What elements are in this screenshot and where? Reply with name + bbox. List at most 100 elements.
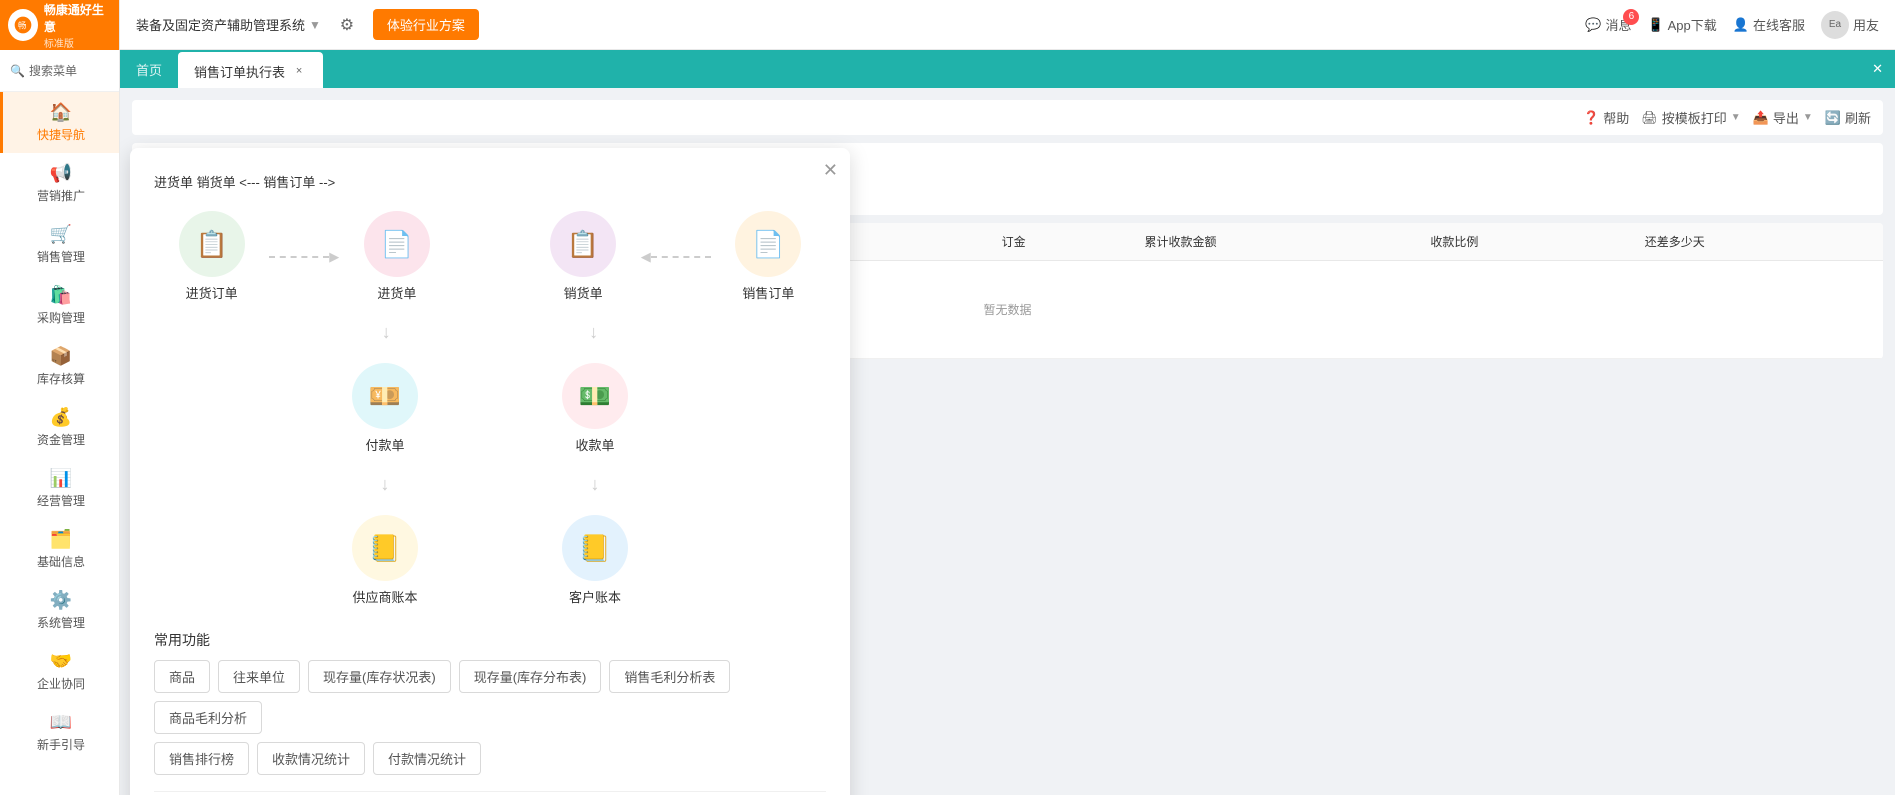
sales-bill-icon: 📋	[567, 229, 599, 260]
enterprise-icon: 🤝	[50, 651, 72, 672]
tab-home-label: 首页	[136, 60, 162, 79]
message-action[interactable]: 💬 消息 6	[1585, 15, 1631, 34]
func-btn-goods-margin[interactable]: 商品毛利分析	[154, 701, 262, 734]
user-name: 用友	[1853, 15, 1879, 34]
modal-scrollbar: ◀ ▶	[154, 791, 826, 795]
sidebar-item-quick-nav[interactable]: 🏠 快捷导航	[0, 92, 119, 153]
arrow-down-icon-2: ↓	[589, 322, 598, 342]
close-main-button[interactable]: ✕	[1860, 61, 1895, 77]
sidebar-item-system[interactable]: ⚙️ 系统管理	[0, 580, 119, 641]
payment-circle[interactable]: 💴	[352, 363, 418, 429]
sidebar-item-guide[interactable]: 📖 新手引导	[0, 702, 119, 763]
receipt-icon: 💵	[579, 381, 611, 412]
inventory-icon: 📦	[50, 346, 72, 367]
tab-home[interactable]: 首页	[120, 50, 178, 88]
func-btn-receipt-stats[interactable]: 收款情况统计	[257, 742, 365, 775]
experience-btn[interactable]: 体验行业方案	[373, 9, 479, 40]
search-icon: 🔍	[10, 64, 25, 78]
func-btn-sales-margin[interactable]: 销售毛利分析表	[609, 660, 730, 693]
guide-icon: 📖	[50, 712, 72, 733]
supplier-account-circle[interactable]: 📒	[352, 515, 418, 581]
content-area: ❓ 帮助 🖨 按模板打印 ▼ 📤 导出 ▼ 🔄 刷新	[120, 88, 1895, 795]
sales-order-icon: 📄	[752, 229, 784, 260]
modal-close-button[interactable]: ✕	[823, 160, 838, 181]
flow-item-purchase-bill: 📄 进货单	[339, 211, 454, 302]
main-area: 装备及固定资产辅助管理系统 ▼ ⚙ 体验行业方案 💬 消息 6 📱 App下载 …	[120, 0, 1895, 795]
sidebar-item-operations[interactable]: 📊 经营管理	[0, 458, 119, 519]
func-btn-stock-status[interactable]: 现存量(库存状况表)	[308, 660, 451, 693]
func-btn-payment-stats[interactable]: 付款情况统计	[373, 742, 481, 775]
purchase-bill-circle[interactable]: 📄	[364, 211, 430, 277]
arrow-left-icon: ◀	[641, 249, 651, 265]
phone-icon: 📱	[1647, 17, 1663, 33]
func-btn-partners[interactable]: 往来单位	[218, 660, 300, 693]
flow-row-arrows-2: ↓ ↓	[154, 474, 826, 495]
sales-bill-label: 销货单	[564, 283, 603, 302]
flow-row-2: 💴 付款单 💵 收款单	[154, 363, 826, 454]
arrow-down-receipt: ↓	[530, 474, 660, 495]
arrow-down-icon-1: ↓	[382, 322, 391, 342]
tab-sales-order[interactable]: 销售订单执行表 ×	[178, 52, 323, 90]
sidebar-item-label: 经营管理	[37, 492, 85, 509]
sidebar-item-enterprise[interactable]: 🤝 企业协同	[0, 641, 119, 702]
online-service-action[interactable]: 👤 在线客服	[1733, 15, 1805, 34]
sidebar-item-marketing[interactable]: 📢 营销推广	[0, 153, 119, 214]
sidebar-item-label: 企业协同	[37, 675, 85, 692]
flow-item-sales-order: 📄 销售订单	[711, 211, 826, 302]
settings-button[interactable]: ⚙	[333, 11, 361, 39]
service-icon: 👤	[1733, 17, 1749, 33]
func-btn-sales-rank[interactable]: 销售排行榜	[154, 742, 249, 775]
svg-text:畅: 畅	[18, 20, 26, 30]
sales-icon: 🛒	[50, 224, 72, 245]
supplier-account-label: 供应商账本	[352, 587, 417, 606]
flow-item-payment: 💴 付款单	[320, 363, 450, 454]
sales-bill-circle[interactable]: 📋	[550, 211, 616, 277]
app-download-action[interactable]: 📱 App下载	[1647, 15, 1716, 34]
supplier-account-icon: 📒	[369, 533, 401, 564]
func-buttons-row-1: 商品 往来单位 现存量(库存状况表) 现存量(库存分布表) 销售毛利分析表 商品…	[154, 660, 826, 734]
sidebar-item-label: 基础信息	[37, 553, 85, 570]
sidebar-item-purchase[interactable]: 🛍️ 采购管理	[0, 275, 119, 336]
sales-order-label: 销售订单	[742, 283, 794, 302]
sidebar-item-label: 资金管理	[37, 431, 85, 448]
customer-account-circle[interactable]: 📒	[562, 515, 628, 581]
arrow-2: ◀	[641, 249, 711, 265]
system-title-dropdown[interactable]: 装备及固定资产辅助管理系统 ▼	[136, 15, 321, 34]
arrow-down-icon-3: ↓	[381, 474, 390, 494]
dashed-line-1	[269, 256, 329, 258]
user-action[interactable]: Ea 用友	[1821, 11, 1879, 39]
system-title-text: 装备及固定资产辅助管理系统	[136, 15, 305, 34]
arrow-1: ▶	[269, 249, 339, 265]
purchase-order-circle[interactable]: 📋	[179, 211, 245, 277]
sidebar-item-sales[interactable]: 🛒 销售管理	[0, 214, 119, 275]
purchase-order-icon: 📋	[195, 229, 227, 260]
basic-info-icon: 🗂️	[50, 529, 72, 550]
message-icon: 💬	[1585, 17, 1601, 33]
flow-diagram: 进货单 销货单 <--- 销售订单 --> 📋 进货订单 ▶	[154, 172, 826, 606]
sales-order-circle[interactable]: 📄	[735, 211, 801, 277]
sidebar-item-label: 系统管理	[37, 614, 85, 631]
purchase-bill-label: 进货单	[377, 283, 416, 302]
search-menu-button[interactable]: 🔍 搜索菜单	[6, 58, 113, 83]
func-buttons-row-2: 销售排行榜 收款情况统计 付款情况统计	[154, 742, 826, 775]
func-btn-goods[interactable]: 商品	[154, 660, 210, 693]
purchase-bill-icon: 📄	[381, 229, 413, 260]
purchase-icon: 🛍️	[50, 285, 72, 306]
func-btn-stock-dist[interactable]: 现存量(库存分布表)	[459, 660, 602, 693]
flow-row-3: 📒 供应商账本 📒 客户账本	[154, 515, 826, 606]
tab-close-button[interactable]: ×	[291, 63, 307, 79]
payment-label: 付款单	[365, 435, 404, 454]
sidebar-search-area: 🔍 搜索菜单	[0, 50, 119, 92]
sidebar-item-label: 新手引导	[37, 736, 85, 753]
flow-row-1: 📋 进货订单 ▶ 📄	[154, 211, 826, 302]
logo-sub: 标准版	[44, 35, 111, 50]
sidebar-item-inventory[interactable]: 📦 库存核算	[0, 336, 119, 397]
receipt-circle[interactable]: 💵	[562, 363, 628, 429]
arrow-down-icon-4: ↓	[591, 474, 600, 494]
sidebar-item-finance[interactable]: 💰 资金管理	[0, 397, 119, 458]
sidebar-item-label: 库存核算	[37, 370, 85, 387]
marketing-icon: 📢	[50, 163, 72, 184]
common-functions-title: 常用功能	[154, 630, 826, 650]
sidebar-item-basic-info[interactable]: 🗂️ 基础信息	[0, 519, 119, 580]
sidebar-item-label: 快捷导航	[37, 126, 85, 143]
